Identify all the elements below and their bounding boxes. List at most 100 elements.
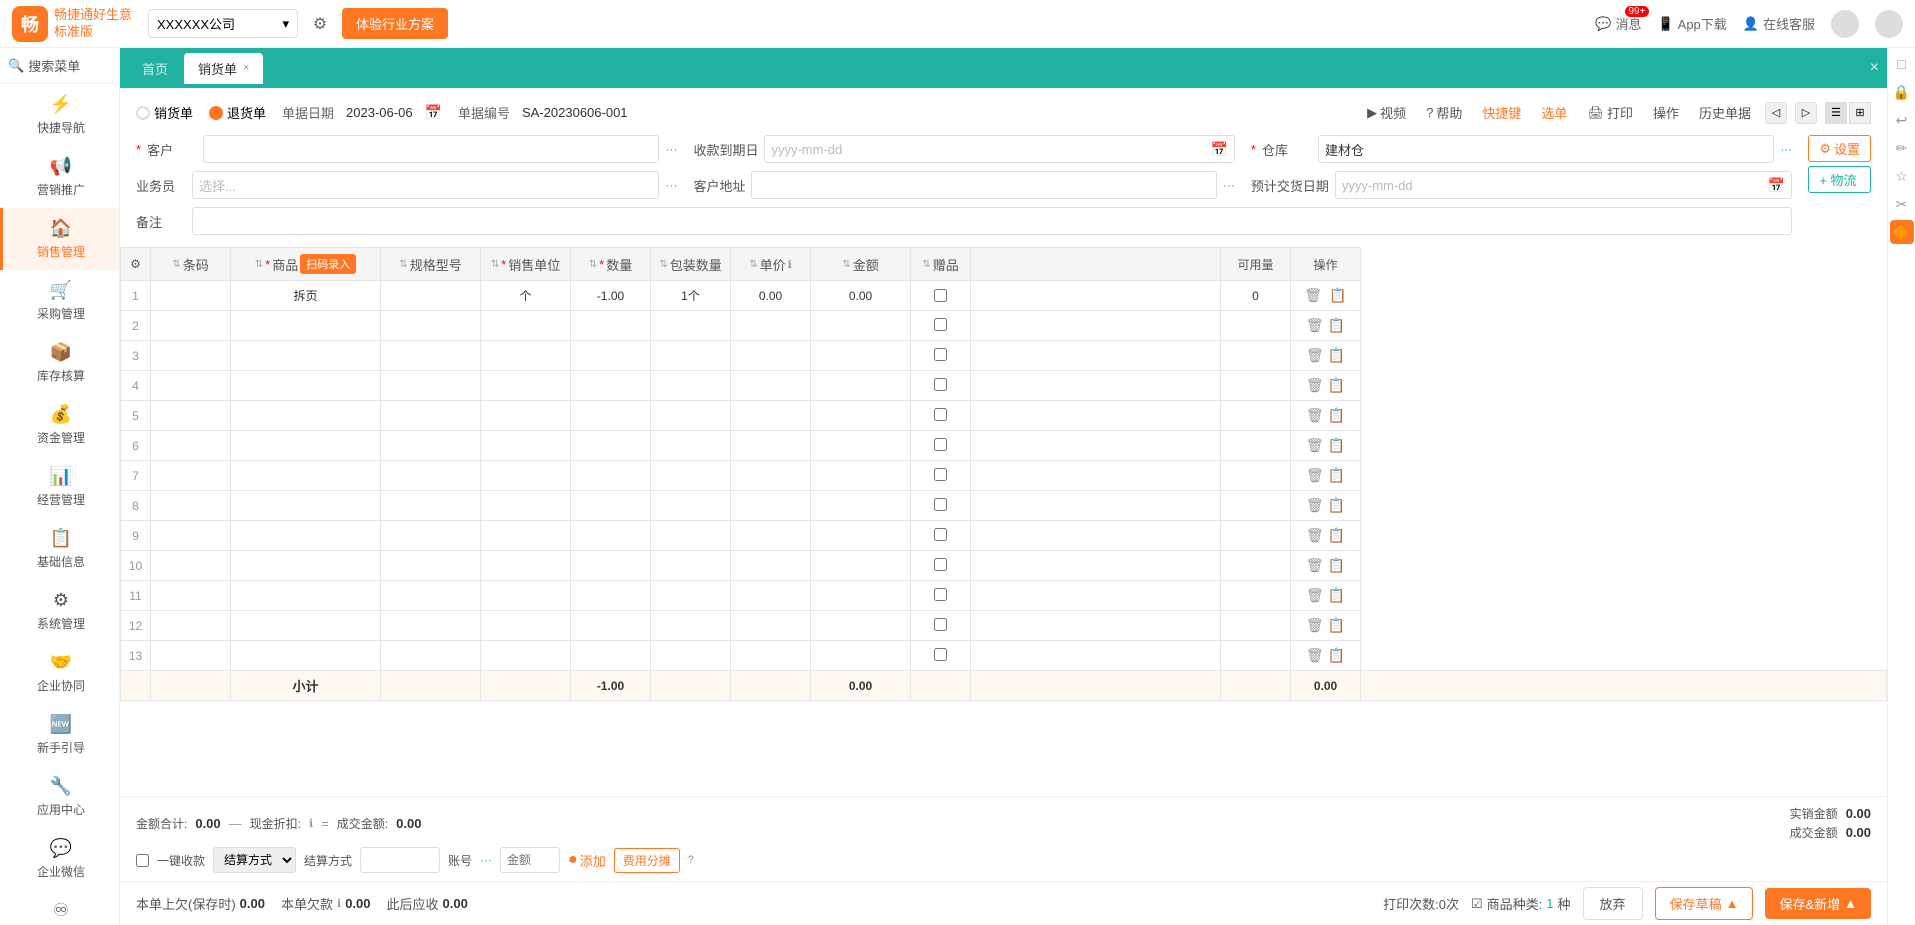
sidebar-item-appstore[interactable]: 🔧 应用中心 — [0, 766, 119, 828]
company-selector[interactable]: XXXXXX公司 ▾ — [148, 9, 298, 38]
gift-checkbox[interactable] — [934, 318, 947, 331]
copy-row-btn[interactable]: 📋 — [1326, 377, 1347, 394]
overdue-info-icon[interactable]: ℹ — [337, 897, 341, 910]
copy-row-btn[interactable]: 📋 — [1326, 437, 1347, 454]
gift-checkbox[interactable] — [934, 588, 947, 601]
delete-row-btn[interactable]: 🗑 — [1304, 317, 1326, 334]
payment-method-select[interactable]: 结算方式 — [213, 847, 296, 873]
warehouse-input[interactable]: 建材仓 — [1318, 135, 1774, 163]
logistics-button[interactable]: + 物流 — [1808, 166, 1871, 193]
remark-input[interactable] — [192, 207, 1792, 235]
rs-btn-7[interactable]: 🔶 — [1890, 220, 1914, 244]
help-btn[interactable]: ? 帮助 — [1420, 100, 1468, 125]
copy-row-btn[interactable]: 📋 — [1326, 497, 1347, 514]
sidebar-item-search[interactable]: 🔍 搜索菜单 — [0, 48, 119, 84]
nav-next-btn[interactable]: ▷ — [1795, 102, 1817, 124]
rs-btn-1[interactable]: □ — [1890, 52, 1914, 76]
add-payment-btn[interactable]: ● 添加 — [568, 851, 606, 870]
delete-row-btn[interactable]: 🗑 — [1304, 347, 1326, 364]
tab-sales[interactable]: 销货单 × — [184, 53, 263, 84]
sidebar-item-quicknav[interactable]: ⚡ 快捷导航 — [0, 84, 119, 146]
copy-row-btn[interactable]: 📋 — [1326, 317, 1347, 334]
calendar-icon[interactable]: 📅 — [425, 104, 442, 121]
discount-info-icon[interactable]: ℹ — [309, 817, 313, 830]
gear-button[interactable]: ⚙ — [306, 10, 334, 38]
save-new-button[interactable]: 保存&新增 ▲ — [1765, 888, 1871, 919]
gift-checkbox[interactable] — [934, 648, 947, 661]
delete-row-btn[interactable]: 🗑 — [1304, 647, 1326, 664]
copy-row-btn[interactable]: 📋 — [1326, 347, 1347, 364]
sidebar-item-marketing[interactable]: 📢 营销推广 — [0, 146, 119, 208]
copy-row-btn[interactable]: 📋 — [1326, 587, 1347, 604]
gift-checkbox[interactable] — [934, 498, 947, 511]
trial-button[interactable]: 体验行业方案 — [342, 8, 448, 39]
nav-prev-btn[interactable]: ◁ — [1765, 102, 1787, 124]
salesperson-dots[interactable]: ··· — [665, 178, 677, 192]
sidebar-item-basic[interactable]: 📋 基础信息 — [0, 518, 119, 580]
gift-checkbox[interactable] — [934, 528, 947, 541]
scan-btn[interactable]: 扫码录入 — [300, 254, 356, 274]
sidebar-item-finance[interactable]: 💰 资金管理 — [0, 394, 119, 456]
window-close-icon[interactable]: × — [1870, 59, 1879, 77]
select-btn[interactable]: 选单 — [1535, 100, 1573, 125]
rs-btn-4[interactable]: ✏ — [1890, 136, 1914, 160]
sidebar-item-operations[interactable]: 📊 经营管理 — [0, 456, 119, 518]
radio-sale[interactable]: 销货单 — [136, 103, 193, 122]
delete-row-btn[interactable]: 🗑 — [1304, 557, 1326, 574]
rs-btn-3[interactable]: ↩ — [1890, 108, 1914, 132]
amount-input[interactable] — [500, 847, 560, 873]
gift-checkbox[interactable] — [934, 468, 947, 481]
rs-btn-6[interactable]: ✂ — [1890, 192, 1914, 216]
settings-button[interactable]: ⚙ 设置 — [1808, 135, 1871, 162]
customer-dots[interactable]: ··· — [665, 142, 677, 156]
gift-checkbox[interactable] — [934, 408, 947, 421]
gift-checkbox[interactable] — [934, 558, 947, 571]
view-grid-btn[interactable]: ⊞ — [1849, 102, 1871, 124]
gift-checkbox[interactable] — [934, 438, 947, 451]
sidebar-item-member[interactable]: ♾ 畅会员 — [0, 890, 119, 925]
view-list-btn[interactable]: ☰ — [1825, 102, 1847, 124]
warehouse-dots[interactable]: ··· — [1780, 142, 1792, 156]
salesperson-input[interactable]: 选择... — [192, 171, 659, 199]
address-dots[interactable]: ··· — [1223, 178, 1235, 192]
delete-row-btn[interactable]: 🗑 — [1302, 287, 1324, 304]
delete-row-btn[interactable]: 🗑 — [1304, 437, 1326, 454]
one-click-payment-checkbox[interactable] — [136, 854, 149, 867]
delete-row-btn[interactable]: 🗑 — [1304, 377, 1326, 394]
account-dots[interactable]: ··· — [480, 853, 492, 867]
app-download-button[interactable]: 📱 App下载 — [1657, 14, 1726, 33]
gift-checkbox[interactable] — [934, 348, 947, 361]
message-button[interactable]: 💬 消息 99+ — [1595, 14, 1641, 33]
payment-date-calendar-icon[interactable]: 📅 — [1210, 141, 1227, 158]
copy-row-btn[interactable]: 📋 — [1326, 467, 1347, 484]
delivery-date-input[interactable]: yyyy-mm-dd 📅 — [1335, 171, 1792, 199]
split-btn[interactable]: 费用分摊 — [614, 848, 680, 873]
radio-return[interactable]: 退货单 — [209, 103, 266, 122]
split-help-icon[interactable]: ? — [688, 854, 694, 866]
sidebar-item-sales[interactable]: 🏠 销售管理 — [0, 208, 119, 270]
delivery-date-calendar-icon[interactable]: 📅 — [1768, 177, 1785, 194]
discard-button[interactable]: 放弃 — [1583, 887, 1643, 920]
avatar-extra[interactable] — [1875, 10, 1903, 38]
rs-btn-5[interactable]: ☆ — [1890, 164, 1914, 188]
customer-input[interactable] — [203, 135, 659, 163]
payment-date-input[interactable]: yyyy-mm-dd 📅 — [764, 135, 1234, 163]
save-draft-button[interactable]: 保存草稿 ▲ — [1655, 887, 1754, 920]
delete-row-btn[interactable]: 🗑 — [1304, 407, 1326, 424]
avatar[interactable] — [1831, 10, 1859, 38]
service-button[interactable]: 👤 在线客服 — [1743, 14, 1815, 33]
copy-row-btn[interactable]: 📋 — [1326, 407, 1347, 424]
print-btn[interactable]: 🖨 打印 — [1581, 100, 1639, 125]
history-btn[interactable]: 历史单据 — [1693, 100, 1757, 125]
video-btn[interactable]: ▶ 视频 — [1361, 100, 1412, 125]
th-settings[interactable]: ⚙ — [121, 248, 151, 281]
delete-row-btn[interactable]: 🗑 — [1304, 587, 1326, 604]
gift-checkbox[interactable] — [934, 618, 947, 631]
sidebar-item-guide[interactable]: 🆕 新手引导 — [0, 704, 119, 766]
delete-row-btn[interactable]: 🗑 — [1304, 467, 1326, 484]
copy-row-btn[interactable]: 📋 — [1327, 287, 1348, 304]
copy-row-btn[interactable]: 📋 — [1326, 527, 1347, 544]
gift-checkbox[interactable] — [934, 289, 947, 302]
tab-close-icon[interactable]: × — [243, 62, 249, 74]
delete-row-btn[interactable]: 🗑 — [1304, 617, 1326, 634]
